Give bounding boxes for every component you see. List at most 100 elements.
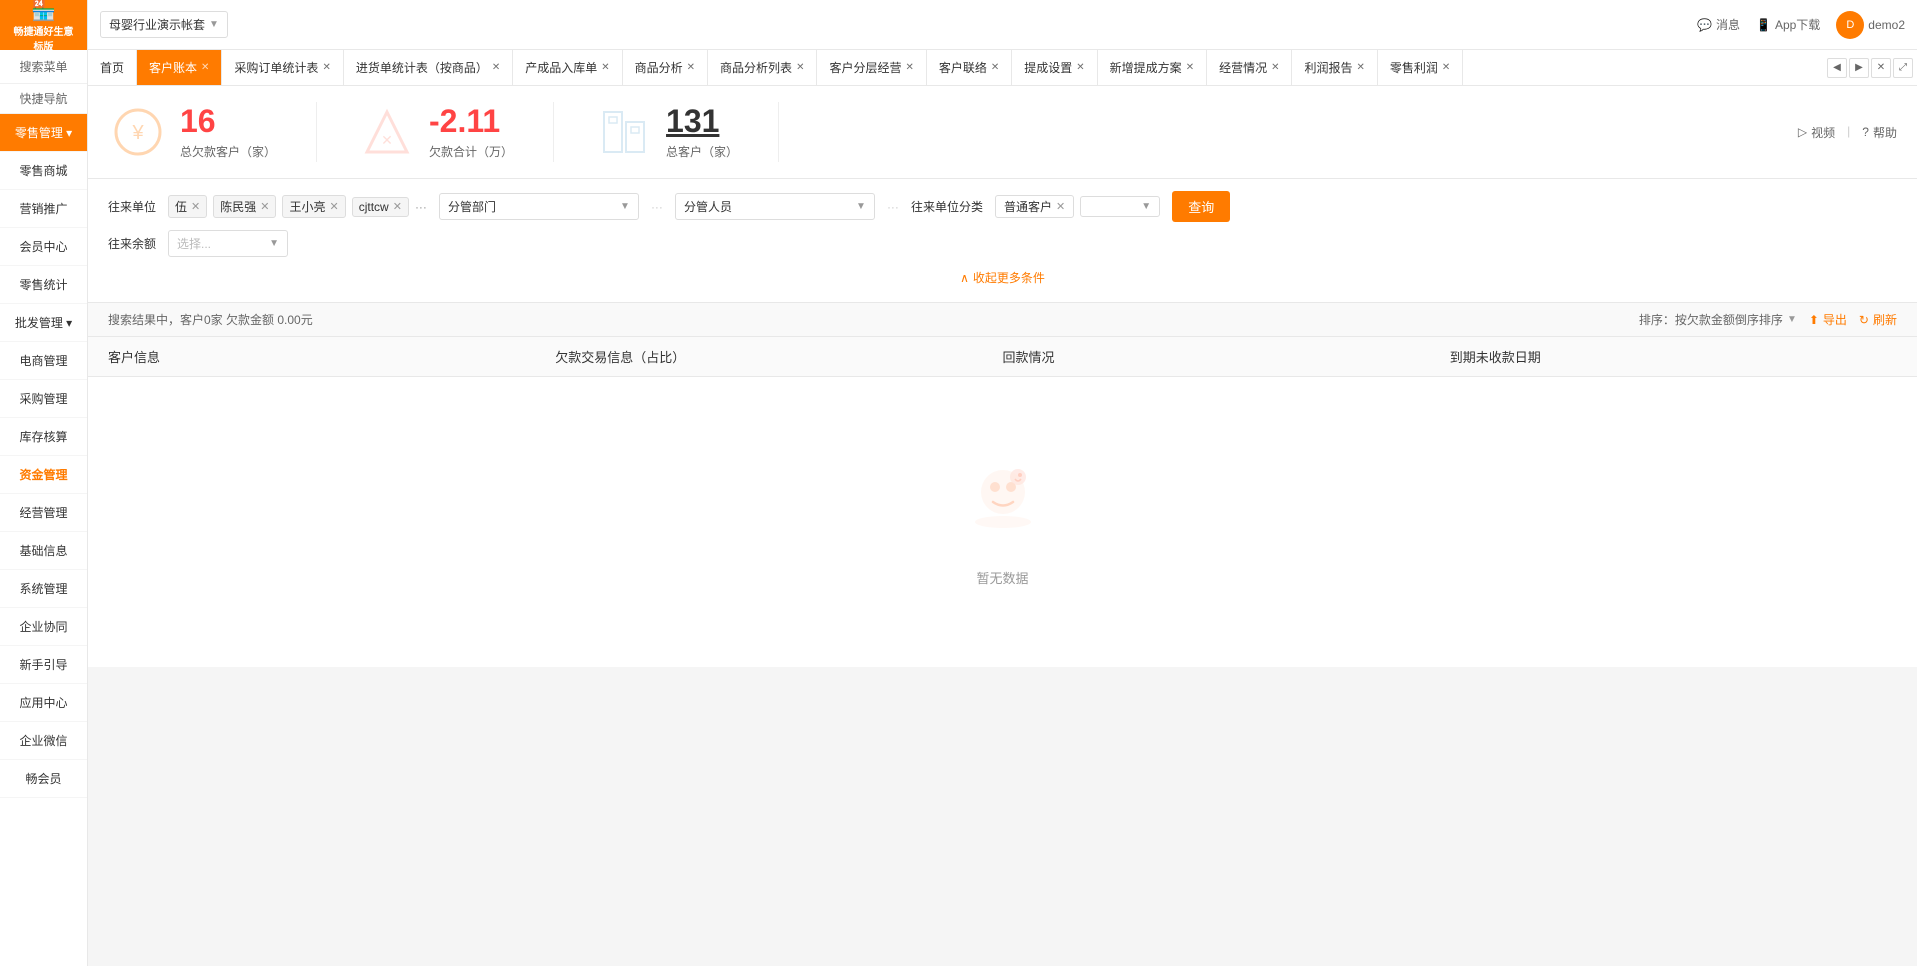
sidebar-item-purchase-mgmt[interactable]: 采购管理	[0, 380, 87, 418]
category-tag-normal: 普通客户 ✕	[995, 195, 1074, 218]
tab-production-inbound[interactable]: 产成品入库单 ✕	[513, 50, 622, 86]
sidebar-item-app-center[interactable]: 应用中心	[0, 684, 87, 722]
collapse-icon: ∧	[960, 271, 969, 285]
tab-new-improve-plan[interactable]: 新增提成方案 ✕	[1098, 50, 1207, 86]
tab-close-product-analysis[interactable]: ✕	[687, 62, 695, 73]
sidebar-item-retail-mgmt[interactable]: 零售管理 ▾	[0, 114, 87, 152]
sidebar-item-vip-member[interactable]: 畅会员	[0, 760, 87, 798]
sidebar-item-retail-mall[interactable]: 零售商城	[0, 152, 87, 190]
tab-close-product-analysis-list[interactable]: ✕	[796, 62, 804, 73]
sort-selector[interactable]: 排序：按欠款金额倒序排序 ▼	[1639, 311, 1797, 328]
total-customers-label: 总客户（家）	[666, 143, 738, 160]
tab-product-analysis-list[interactable]: 商品分析列表 ✕	[708, 50, 817, 86]
tab-profit-report[interactable]: 利润报告 ✕	[1292, 50, 1377, 86]
tab-close-improve-settings[interactable]: ✕	[1076, 62, 1084, 73]
credit-total-label: 欠款合计（万）	[429, 143, 513, 160]
refresh-btn[interactable]: ↻ 刷新	[1859, 311, 1897, 328]
tab-operations-status[interactable]: 经营情况 ✕	[1207, 50, 1292, 86]
empty-state: 暂无数据	[88, 377, 1917, 667]
balance-select[interactable]: 选择... ▼	[168, 230, 288, 257]
filter-row-2: 往来余额 选择... ▼	[108, 230, 1897, 257]
sidebar-item-marketing[interactable]: 营销推广	[0, 190, 87, 228]
category-tag-normal-close[interactable]: ✕	[1056, 200, 1065, 213]
table-col-repayment: 回款情况	[1003, 347, 1450, 366]
sidebar-item-new-user-guide[interactable]: 新手引导	[0, 646, 87, 684]
tabs-maximize-btn[interactable]: ⤢	[1893, 58, 1913, 78]
sidebar-item-capital-mgmt[interactable]: 资金管理	[0, 456, 87, 494]
help-icon: ?	[1862, 125, 1869, 139]
tab-retail-profit[interactable]: 零售利润 ✕	[1378, 50, 1463, 86]
video-help-btn[interactable]: ▷ 视频	[1798, 124, 1835, 141]
stat-block-credit-total: ✕ -2.11 欠款合计（万）	[357, 102, 554, 162]
sidebar-quick-nav[interactable]: 快捷导航	[0, 84, 87, 114]
avatar: D	[1836, 11, 1864, 39]
filter-tag-wang: 王小亮 ✕	[282, 195, 345, 218]
tab-close-customer-contact[interactable]: ✕	[991, 62, 999, 73]
person-select[interactable]: 分管人员 ▼	[675, 193, 875, 220]
sidebar-item-enterprise-collab[interactable]: 企业协同	[0, 608, 87, 646]
sidebar-item-enterprise-wechat[interactable]: 企业微信	[0, 722, 87, 760]
tab-close-customer-tier[interactable]: ✕	[905, 62, 913, 73]
stat-block-total-customers: 131 总客户（家）	[594, 102, 779, 162]
empty-text: 暂无数据	[976, 568, 1028, 587]
total-customers-icon	[594, 102, 654, 162]
filter-tag-wu: 伍 ✕	[168, 195, 207, 218]
collapse-filters-btn[interactable]: ∧ 收起更多条件	[108, 265, 1897, 290]
content-area: ¥ 16 总欠款客户（家） ✕ -2.11 欠款合计（万）	[88, 86, 1917, 966]
dept-select[interactable]: 分管部门 ▼	[439, 193, 639, 220]
topbar: 母婴行业演示帐套 ▼ 💬 消息 📱 App下载 D demo2	[88, 0, 1917, 50]
filter-tag-chen-close[interactable]: ✕	[260, 200, 269, 213]
logo-icon: 🏪	[31, 0, 56, 23]
sidebar-item-system-mgmt[interactable]: 系统管理	[0, 570, 87, 608]
tab-inbound-stats[interactable]: 进货单统计表（按商品） ✕	[344, 50, 513, 86]
table-col-due-date: 到期未收款日期	[1450, 347, 1897, 366]
tab-close-production-inbound[interactable]: ✕	[601, 62, 609, 73]
tabs-close-all-btn[interactable]: ✕	[1871, 58, 1891, 78]
tab-home[interactable]: 首页	[88, 50, 137, 86]
logo-text: 畅捷通好生意	[14, 23, 74, 38]
sidebar-search[interactable]: 搜索菜单	[0, 50, 87, 84]
filter-tag-wang-close[interactable]: ✕	[330, 200, 339, 213]
tabs-prev-btn[interactable]: ◀	[1827, 58, 1847, 78]
tab-product-analysis[interactable]: 商品分析 ✕	[623, 50, 708, 86]
person-select-chevron: ▼	[856, 201, 866, 212]
app-download-btn[interactable]: 📱 App下载	[1756, 16, 1820, 33]
tab-close-inbound-stats[interactable]: ✕	[492, 62, 500, 73]
user-avatar-area[interactable]: D demo2	[1836, 11, 1905, 39]
sidebar-item-member-center[interactable]: 会员中心	[0, 228, 87, 266]
tab-close-customer-book[interactable]: ✕	[201, 62, 209, 73]
unit-filter-label: 往来单位	[108, 198, 156, 215]
filter-tag-chen: 陈民强 ✕	[213, 195, 276, 218]
tab-customer-tier[interactable]: 客户分层经营 ✕	[817, 50, 926, 86]
balance-select-chevron: ▼	[269, 238, 279, 249]
category-select-chevron: ▼	[1141, 201, 1151, 212]
sidebar-item-ecommerce-mgmt[interactable]: 电商管理	[0, 342, 87, 380]
sidebar-item-wholesale-mgmt[interactable]: 批发管理 ▾	[0, 304, 87, 342]
filter-area: 往来单位 伍 ✕ 陈民强 ✕ 王小亮 ✕ cjttcw	[88, 179, 1917, 303]
export-btn[interactable]: ⬆ 导出	[1809, 311, 1847, 328]
total-customers-value: 131	[666, 104, 738, 139]
filter-tag-cjttcw-close[interactable]: ✕	[393, 200, 402, 213]
sidebar-item-operations-mgmt[interactable]: 经营管理	[0, 494, 87, 532]
tabs-navigation: ◀ ▶ ✕ ⤢	[1823, 58, 1917, 78]
sidebar-item-retail-stats[interactable]: 零售统计	[0, 266, 87, 304]
tab-close-profit-report[interactable]: ✕	[1357, 62, 1365, 73]
tab-close-purchase-order-stats[interactable]: ✕	[322, 62, 330, 73]
tab-customer-contact[interactable]: 客户联络 ✕	[927, 50, 1012, 86]
query-button[interactable]: 查询	[1172, 191, 1230, 222]
tab-close-operations-status[interactable]: ✕	[1271, 62, 1279, 73]
tabs-next-btn[interactable]: ▶	[1849, 58, 1869, 78]
help-btn[interactable]: ? 帮助	[1862, 124, 1897, 141]
tab-close-retail-profit[interactable]: ✕	[1442, 62, 1450, 73]
account-selector[interactable]: 母婴行业演示帐套 ▼	[100, 11, 228, 38]
filter-tag-wu-close[interactable]: ✕	[191, 200, 200, 213]
sidebar-item-inventory[interactable]: 库存核算	[0, 418, 87, 456]
tab-improve-settings[interactable]: 提成设置 ✕	[1012, 50, 1097, 86]
tab-customer-book[interactable]: 客户账本 ✕	[137, 50, 222, 86]
category-select[interactable]: ▼	[1080, 196, 1160, 217]
sidebar-item-basic-info[interactable]: 基础信息	[0, 532, 87, 570]
tab-close-new-improve-plan[interactable]: ✕	[1186, 62, 1194, 73]
message-btn[interactable]: 💬 消息	[1697, 16, 1740, 33]
filter-more-tags[interactable]: ···	[415, 200, 427, 214]
tab-purchase-order-stats[interactable]: 采购订单统计表 ✕	[222, 50, 343, 86]
